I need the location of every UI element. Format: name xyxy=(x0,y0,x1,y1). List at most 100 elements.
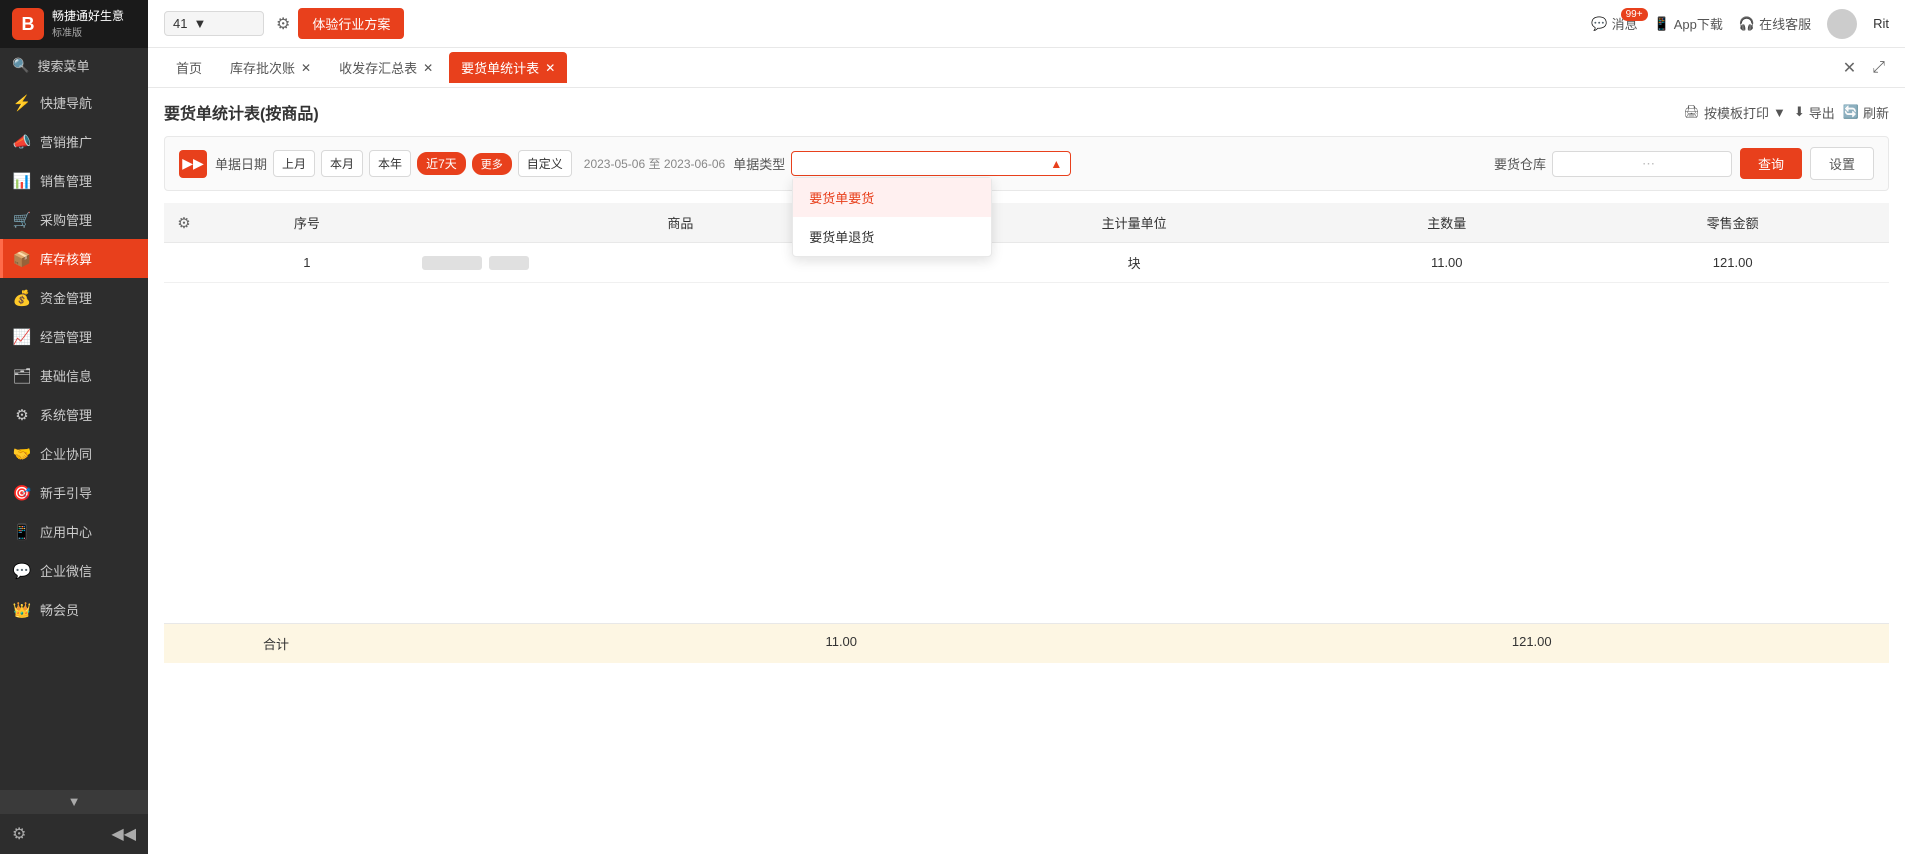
date-btn-custom[interactable]: 自定义 xyxy=(518,150,572,177)
messages-btn[interactable]: 💬 消息 99+ xyxy=(1591,14,1637,33)
sales-label: 销售管理 xyxy=(40,171,92,190)
date-btn-recent-7days[interactable]: 近7天 xyxy=(417,152,466,175)
refresh-btn[interactable]: 🔄 刷新 xyxy=(1843,103,1889,122)
warehouse-filter-label: 要货仓库 xyxy=(1494,154,1546,173)
user-avatar[interactable] xyxy=(1827,9,1857,39)
sidebar-item-sales[interactable]: 📊 销售管理 xyxy=(0,161,148,200)
online-service-btn[interactable]: 🎧 在线客服 xyxy=(1739,14,1811,33)
type-filter-input[interactable]: ▲ 要货单要货 要货单退货 xyxy=(791,151,1071,176)
date-btn-this-year[interactable]: 本年 xyxy=(369,150,411,177)
table-row: 1 块 11.00 121.00 xyxy=(164,243,1889,283)
export-btn[interactable]: ⬇ 导出 xyxy=(1794,103,1835,122)
trial-btn[interactable]: 体验行业方案 xyxy=(298,8,404,39)
empty-space xyxy=(164,283,1889,623)
product-code-blurred xyxy=(489,256,529,270)
warehouse-filter-input[interactable]: ⋯ xyxy=(1552,151,1732,177)
messages-badge: 99+ xyxy=(1621,8,1648,21)
tab-expand-btn[interactable]: ⤢ xyxy=(1868,55,1889,81)
warehouse-more-icon[interactable]: ⋯ xyxy=(1642,156,1723,172)
sidebar-item-app-center[interactable]: 📱 应用中心 xyxy=(0,512,148,551)
type-filter-chevron-icon[interactable]: ▲ xyxy=(1050,157,1062,171)
type-filter-text[interactable] xyxy=(800,156,1050,171)
sidebar-scroll-down[interactable]: ▼ xyxy=(0,790,148,813)
table-body: 1 块 11.00 121.00 xyxy=(164,243,1889,283)
sidebar-item-purchase[interactable]: 🛒 采购管理 xyxy=(0,200,148,239)
enterprise-wechat-label: 企业微信 xyxy=(40,561,92,580)
receivable-summary-close-icon[interactable]: ✕ xyxy=(423,61,433,75)
footer-unit xyxy=(376,634,496,653)
sidebar-item-guide[interactable]: 🎯 新手引导 xyxy=(0,473,148,512)
username: Rit xyxy=(1873,16,1889,31)
filter-expand-btn[interactable]: ▶▶ xyxy=(179,150,207,178)
home-tab-label: 首页 xyxy=(176,58,202,77)
dropdown-item-requisition-order[interactable]: 要货单要货 xyxy=(793,178,991,217)
tab-close-all-btn[interactable]: ✕ xyxy=(1839,54,1860,82)
sidebar-item-members[interactable]: 👑 畅会员 xyxy=(0,590,148,629)
collapse-icon[interactable]: ◀◀ xyxy=(111,824,136,844)
app-download-btn[interactable]: 📱 App下载 xyxy=(1654,14,1723,33)
footer-amount: 121.00 xyxy=(1187,634,1878,653)
sidebar-item-enterprise[interactable]: 🤝 企业协同 xyxy=(0,434,148,473)
quick-nav-label: 快捷导航 xyxy=(40,93,92,112)
company-selector-value: 41 xyxy=(173,16,187,31)
main-content: 41 ▼ ⚙ 体验行业方案 💬 消息 99+ 📱 App下载 🎧 在线客服 Ri… xyxy=(148,0,1905,854)
col-settings[interactable]: ⚙ xyxy=(164,203,204,243)
footer-label: 合计 xyxy=(176,634,376,653)
sidebar-item-quick-nav[interactable]: ⚡ 快捷导航 xyxy=(0,83,148,122)
app-sub: 标准版 xyxy=(52,24,124,39)
date-btn-this-month[interactable]: 本月 xyxy=(321,150,363,177)
tab-home[interactable]: 首页 xyxy=(164,52,214,83)
settings-icon[interactable]: ⚙ xyxy=(12,824,26,844)
members-icon: 👑 xyxy=(12,601,32,619)
sidebar-item-enterprise-wechat[interactable]: 💬 企业微信 xyxy=(0,551,148,590)
date-filter-label: 单据日期 xyxy=(215,154,267,173)
tab-requisition-stats[interactable]: 要货单统计表 ✕ xyxy=(449,52,567,83)
page-header: 要货单统计表(按商品) 🖨 按模板打印 ▼ ⬇ 导出 🔄 刷新 xyxy=(164,100,1889,124)
page-title: 要货单统计表(按商品) xyxy=(164,100,319,124)
sidebar-search[interactable]: 🔍 搜索菜单 xyxy=(0,48,148,83)
selector-chevron-icon: ▼ xyxy=(193,16,206,31)
export-icon: ⬇ xyxy=(1794,104,1805,120)
guide-icon: 🎯 xyxy=(12,484,32,502)
requisition-stats-close-icon[interactable]: ✕ xyxy=(545,61,555,75)
app-logo-icon: B xyxy=(12,8,44,40)
app-center-icon: 📱 xyxy=(12,523,32,541)
company-selector[interactable]: 41 ▼ xyxy=(164,11,264,36)
date-range-display: 2023-05-06 至 2023-06-06 xyxy=(584,155,725,172)
col-seq: 序号 xyxy=(204,203,410,243)
basic-info-label: 基础信息 xyxy=(40,366,92,385)
guide-label: 新手引导 xyxy=(40,483,92,502)
filter-settings-btn[interactable]: 设置 xyxy=(1810,147,1874,180)
date-filter-group: 单据日期 上月 本月 本年 近7天 更多 自定义 xyxy=(215,150,572,177)
footer-quantity: 11.00 xyxy=(496,634,1187,653)
inventory-batch-close-icon[interactable]: ✕ xyxy=(301,61,311,75)
page-header-actions: 🖨 按模板打印 ▼ ⬇ 导出 🔄 刷新 xyxy=(1683,103,1889,122)
tab-receivable-summary[interactable]: 收发存汇总表 ✕ xyxy=(327,52,445,83)
date-btn-last-month[interactable]: 上月 xyxy=(273,150,315,177)
message-icon: 💬 xyxy=(1591,16,1607,32)
print-icon: 🖨 xyxy=(1683,104,1700,120)
topbar-settings-icon[interactable]: ⚙ xyxy=(276,14,290,34)
inventory-label: 库存核算 xyxy=(40,249,92,268)
sidebar-item-basic-info[interactable]: 🗂 基础信息 xyxy=(0,356,148,395)
topbar-right: 💬 消息 99+ 📱 App下载 🎧 在线客服 Rit xyxy=(1591,9,1889,39)
topbar: 41 ▼ ⚙ 体验行业方案 💬 消息 99+ 📱 App下载 🎧 在线客服 Ri… xyxy=(148,0,1905,48)
date-btn-more[interactable]: 更多 xyxy=(472,153,512,175)
sidebar-item-finance[interactable]: 💰 资金管理 xyxy=(0,278,148,317)
marketing-label: 营销推广 xyxy=(40,132,92,151)
sidebar-item-marketing[interactable]: 📣 营销推广 xyxy=(0,122,148,161)
operations-label: 经营管理 xyxy=(40,327,92,346)
query-btn[interactable]: 查询 xyxy=(1740,148,1802,179)
sidebar-item-operations[interactable]: 📈 经营管理 xyxy=(0,317,148,356)
page-content: 要货单统计表(按商品) 🖨 按模板打印 ▼ ⬇ 导出 🔄 刷新 xyxy=(148,88,1905,854)
sidebar-item-system[interactable]: ⚙ 系统管理 xyxy=(0,395,148,434)
template-print-btn[interactable]: 🖨 按模板打印 ▼ xyxy=(1683,103,1785,122)
sales-icon: 📊 xyxy=(12,172,32,190)
tab-inventory-batch[interactable]: 库存批次账 ✕ xyxy=(218,52,323,83)
app-center-label: 应用中心 xyxy=(40,522,92,541)
sidebar-logo: B 畅捷通好生意 标准版 xyxy=(0,0,148,48)
sidebar-item-inventory[interactable]: 📦 库存核算 xyxy=(0,239,148,278)
dropdown-item-requisition-return[interactable]: 要货单退货 xyxy=(793,217,991,256)
members-label: 畅会员 xyxy=(40,600,79,619)
sidebar-bottom: ⚙ ◀◀ xyxy=(0,813,148,854)
